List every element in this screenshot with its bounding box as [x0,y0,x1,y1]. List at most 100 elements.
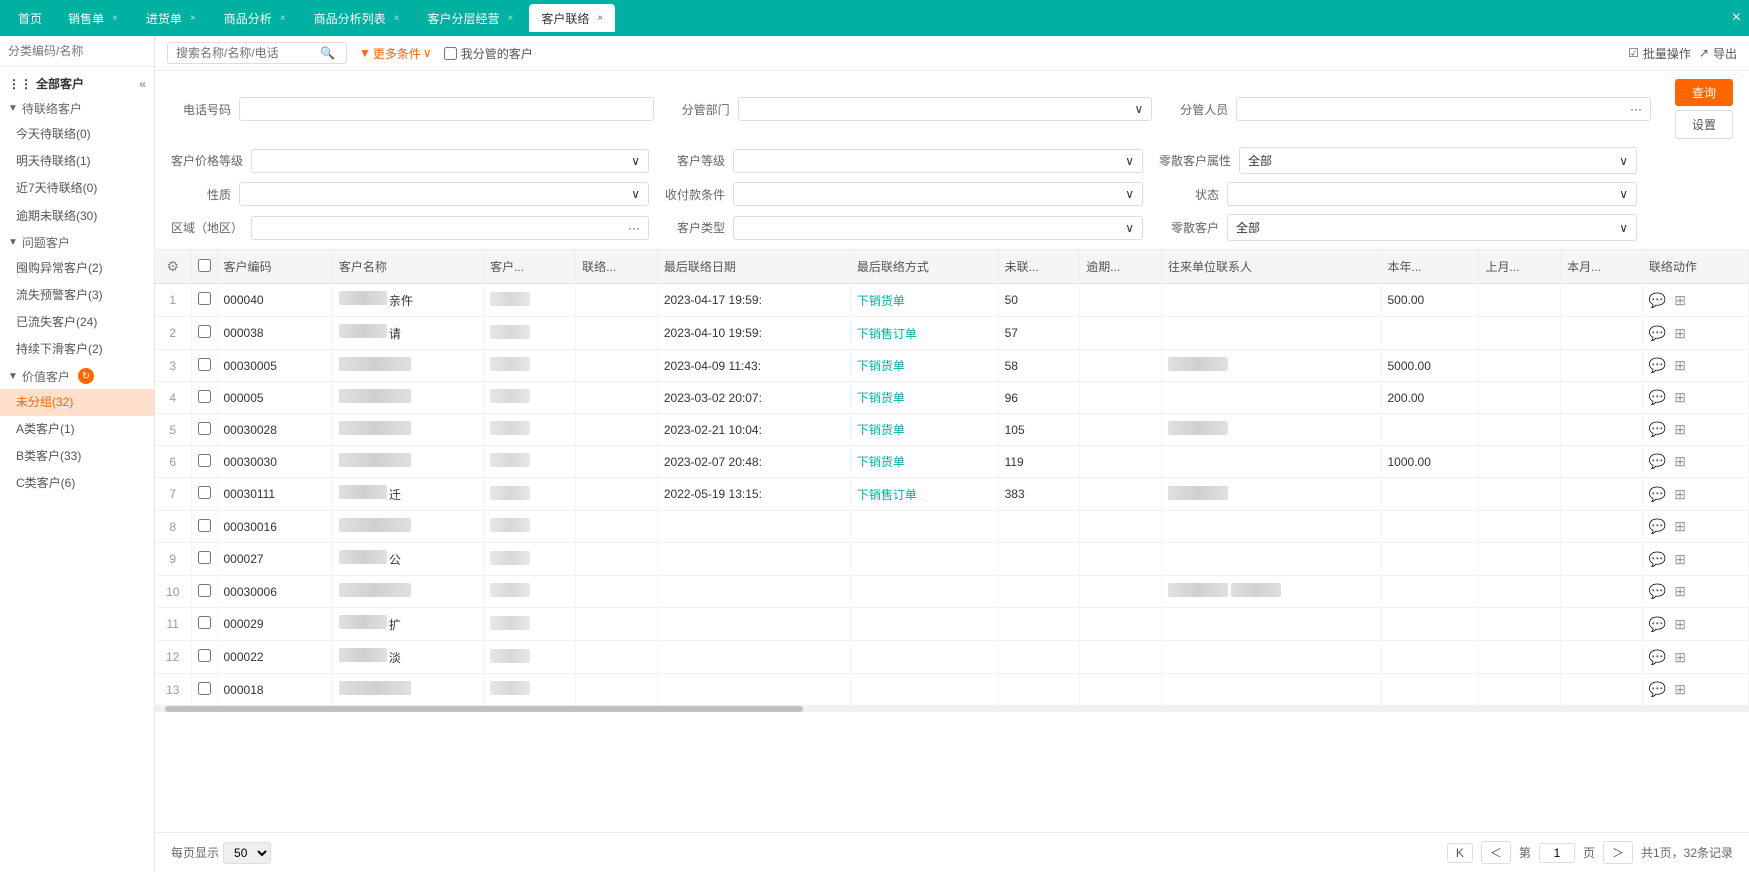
message-icon[interactable]: 💬 [1649,389,1666,406]
scrollbar-thumb[interactable] [165,706,803,712]
status-select[interactable]: ∨ [1227,182,1637,206]
sidebar-item-churn-warning[interactable]: 流失预警客户(3) [0,282,154,309]
tab-product-analysis-list[interactable]: 商品分析列表 × [302,4,412,32]
first-page-btn[interactable]: K [1447,843,1473,863]
row-checkbox[interactable] [198,616,211,629]
sidebar-search-box[interactable]: 🔍 [0,36,154,67]
grid-action-icon[interactable]: ⊞ [1674,292,1686,309]
last-way-link[interactable]: 下销货单 [857,455,905,469]
dept-select[interactable]: ∨ [738,97,1153,121]
row-checkbox[interactable] [198,486,211,499]
message-icon[interactable]: 💬 [1649,518,1666,535]
tab-product-analysis[interactable]: 商品分析 × [212,4,298,32]
message-icon[interactable]: 💬 [1649,453,1666,470]
message-icon[interactable]: 💬 [1649,681,1666,698]
row-checkbox-cell[interactable] [191,608,217,641]
grid-action-icon[interactable]: ⊞ [1674,357,1686,374]
my-customers-checkbox[interactable]: 我分管的客户 [444,45,533,62]
all-customers-header[interactable]: ⋮⋮ 全部客户 « [0,67,154,96]
row-checkbox-cell[interactable] [191,674,217,706]
message-icon[interactable]: 💬 [1649,551,1666,568]
row-checkbox-cell[interactable] [191,511,217,543]
row-checkbox-cell[interactable] [191,576,217,608]
page-size-select[interactable]: 50 [223,842,271,864]
grid-action-icon[interactable]: ⊞ [1674,649,1686,666]
last-way-link[interactable]: 下销货单 [857,423,905,437]
row-checkbox[interactable] [198,519,211,532]
row-checkbox-cell[interactable] [191,317,217,350]
grid-action-icon[interactable]: ⊞ [1674,616,1686,633]
col-checkbox[interactable] [191,250,217,284]
tab-sales-order[interactable]: 销售单 × [56,4,130,32]
more-conditions-btn[interactable]: ▼ 更多条件 ∨ [359,45,432,62]
payment-select[interactable]: ∨ [733,182,1143,206]
prev-page-btn[interactable]: ＜ [1481,841,1511,864]
sidebar-item-class-b[interactable]: B类客户(33) [0,443,154,470]
last-way-link[interactable]: 下销货单 [857,294,905,308]
sidebar-item-lost[interactable]: 已流失客户(24) [0,309,154,336]
row-checkbox-cell[interactable] [191,382,217,414]
last-way-link[interactable]: 下销售订单 [857,488,917,502]
export-btn[interactable]: ↗ 导出 [1699,45,1737,62]
sidebar-item-ungrouped[interactable]: 未分组(32) [0,389,154,416]
message-icon[interactable]: 💬 [1649,616,1666,633]
row-checkbox[interactable] [198,325,211,338]
row-checkbox-cell[interactable] [191,284,217,317]
close-icon[interactable]: × [394,13,400,24]
manager-select[interactable]: ··· [1236,97,1651,121]
grid-action-icon[interactable]: ⊞ [1674,583,1686,600]
grid-action-icon[interactable]: ⊞ [1674,389,1686,406]
grid-action-icon[interactable]: ⊞ [1674,421,1686,438]
phone-input[interactable] [239,97,654,121]
sidebar-item-tomorrow[interactable]: 明天待联络(1) [0,148,154,175]
collapse-icon[interactable]: « [139,77,146,91]
grid-action-icon[interactable]: ⊞ [1674,551,1686,568]
row-checkbox-cell[interactable] [191,478,217,511]
sidebar-item-7days[interactable]: 近7天待联络(0) [0,175,154,202]
page-number-input[interactable] [1539,843,1575,863]
region-select[interactable]: ··· [251,216,649,240]
main-search-box[interactable]: 🔍 [167,42,347,64]
last-way-link[interactable]: 下销售订单 [857,327,917,341]
last-way-link[interactable]: 下销货单 [857,359,905,373]
pending-contact-section[interactable]: ▼ 待联络客户 [0,96,154,121]
row-checkbox-cell[interactable] [191,414,217,446]
horizontal-scrollbar[interactable] [155,706,1749,712]
message-icon[interactable]: 💬 [1649,421,1666,438]
col-settings[interactable]: ⚙ [155,250,191,284]
sidebar-item-abnormal[interactable]: 囤购异常客户(2) [0,255,154,282]
close-icon[interactable]: × [112,13,118,24]
value-customer-section[interactable]: ▼ 价值客户 ↻ [0,364,154,389]
close-icon[interactable]: × [190,13,196,24]
message-icon[interactable]: 💬 [1649,357,1666,374]
tab-purchase-order[interactable]: 进货单 × [134,4,208,32]
tab-customer-contact[interactable]: 客户联络 × [529,4,615,32]
row-checkbox[interactable] [198,358,211,371]
batch-ops-btn[interactable]: ☑ 批量操作 [1628,45,1691,62]
next-page-btn[interactable]: ＞ [1603,841,1633,864]
sidebar-item-class-c[interactable]: C类客户(6) [0,470,154,497]
message-icon[interactable]: 💬 [1649,292,1666,309]
price-level-select[interactable]: ∨ [251,149,649,173]
row-checkbox-cell[interactable] [191,641,217,674]
row-checkbox-cell[interactable] [191,350,217,382]
retail-attr-select[interactable]: 全部 ∨ [1239,147,1637,174]
nature-select[interactable]: ∨ [239,182,649,206]
grid-action-icon[interactable]: ⊞ [1674,486,1686,503]
close-icon[interactable]: × [280,13,286,24]
grid-action-icon[interactable]: ⊞ [1674,325,1686,342]
row-checkbox[interactable] [198,422,211,435]
row-checkbox-cell[interactable] [191,446,217,478]
row-checkbox[interactable] [198,292,211,305]
grid-action-icon[interactable]: ⊞ [1674,681,1686,698]
my-customers-check[interactable] [444,47,457,60]
close-icon[interactable]: × [597,13,603,24]
row-checkbox[interactable] [198,649,211,662]
row-checkbox[interactable] [198,682,211,695]
row-checkbox[interactable] [198,454,211,467]
main-search-input[interactable] [176,46,316,60]
row-checkbox[interactable] [198,584,211,597]
customer-type-select[interactable]: ∨ [733,216,1143,240]
grid-action-icon[interactable]: ⊞ [1674,453,1686,470]
sidebar-item-today[interactable]: 今天待联络(0) [0,121,154,148]
